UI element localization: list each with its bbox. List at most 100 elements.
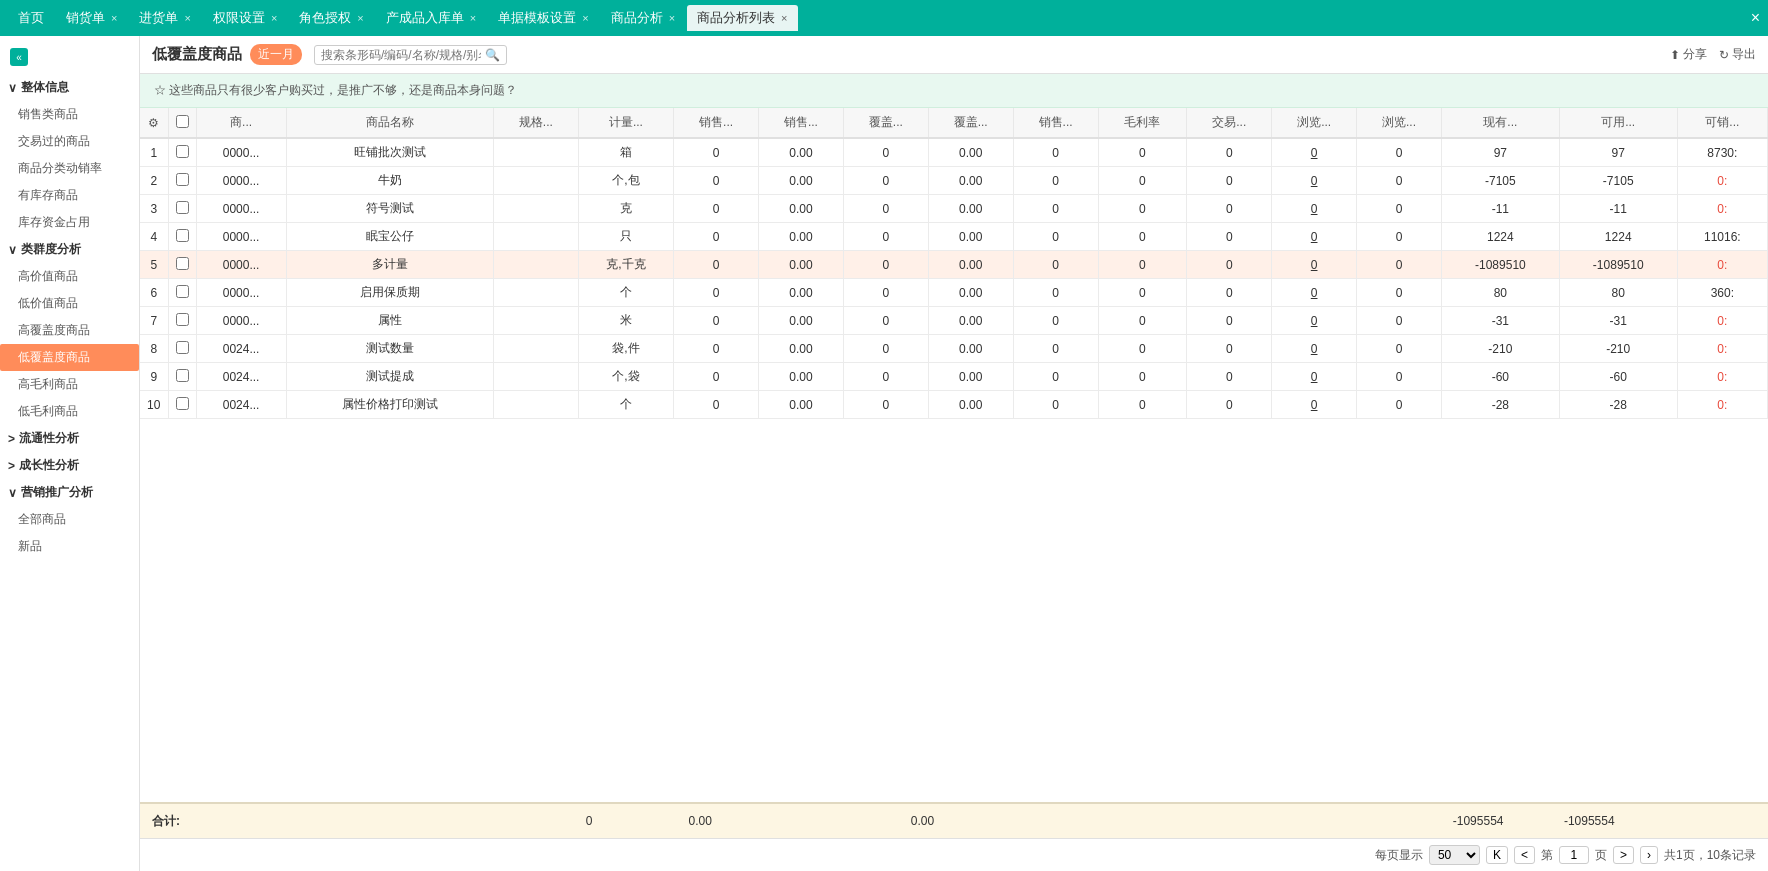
sidebar-collapse-btn[interactable]: « [10,48,28,66]
row-checkbox[interactable] [176,397,189,410]
sidebar-item-new-goods[interactable]: 新品 [0,533,139,560]
cell-available-stock: 97 [1559,138,1677,167]
sidebar-group-overall[interactable]: ∨ 整体信息 [0,74,139,101]
cell-checkbox [168,363,196,391]
nav-tab-analysis-close[interactable]: × [669,12,675,24]
info-banner-text: ☆ 这些商品只有很少客户购买过，是推广不够，还是商品本身问题？ [154,83,517,97]
export-button[interactable]: ↻ 导出 [1719,46,1756,63]
pagination-bar: 每页显示 50 100 200 K < 第 页 > › 共1页，10条记录 [140,838,1768,871]
nav-tab-role-close[interactable]: × [357,12,363,24]
sidebar-item-category-rate[interactable]: 商品分类动销率 [0,155,139,182]
nav-tab-home[interactable]: 首页 [8,5,54,31]
sidebar-item-high-coverage[interactable]: 高覆盖度商品 [0,317,139,344]
sidebar-item-low-margin[interactable]: 低毛利商品 [0,398,139,425]
cell-browse1[interactable]: 0 [1272,138,1357,167]
row-checkbox[interactable] [176,173,189,186]
sidebar-item-traded-goods[interactable]: 交易过的商品 [0,128,139,155]
cell-spec [493,307,578,335]
row-checkbox[interactable] [176,145,189,158]
cell-browse1[interactable]: 0 [1272,391,1357,419]
sidebar-item-low-value[interactable]: 低价值商品 [0,290,139,317]
cell-transaction: 0 [1187,251,1272,279]
prev-page-btn[interactable]: < [1514,846,1535,864]
row-checkbox[interactable] [176,369,189,382]
cell-unit: 个 [578,279,673,307]
sidebar-group-growth-label: 成长性分析 [19,457,79,474]
nav-tab-purchase[interactable]: 进货单 × [129,5,200,31]
nav-tab-role[interactable]: 角色授权 × [289,5,373,31]
nav-tab-sales-close[interactable]: × [111,12,117,24]
period-button[interactable]: 近一月 [250,44,302,65]
sidebar-item-low-coverage[interactable]: 低覆盖度商品 [0,344,139,371]
nav-tab-template-close[interactable]: × [582,12,588,24]
cell-gross-margin: 0 [1098,335,1187,363]
first-page-btn[interactable]: K [1486,846,1508,864]
th-settings[interactable]: ⚙ [140,108,168,138]
page-size-select[interactable]: 50 100 200 [1429,845,1480,865]
nav-tab-template[interactable]: 单据模板设置 × [488,5,598,31]
nav-tab-analysis-list[interactable]: 商品分析列表 × [687,5,797,31]
select-all-checkbox[interactable] [176,115,189,128]
cell-name: 启用保质期 [286,279,493,307]
next-page-btn[interactable]: > [1613,846,1634,864]
nav-tab-analysis-list-close[interactable]: × [781,12,787,24]
page-of-label: 页 [1595,847,1607,864]
row-checkbox[interactable] [176,313,189,326]
cell-saleable: 8730: [1677,138,1767,167]
cell-browse1[interactable]: 0 [1272,363,1357,391]
nav-tab-analysis[interactable]: 商品分析 × [601,5,685,31]
sidebar-item-stock-capital[interactable]: 库存资金占用 [0,209,139,236]
footer-col-sales-qty: 0 [533,814,644,828]
cell-unit: 克 [578,195,673,223]
row-checkbox[interactable] [176,257,189,270]
sidebar-item-high-value[interactable]: 高价值商品 [0,263,139,290]
sidebar-item-sales-goods[interactable]: 销售类商品 [0,101,139,128]
row-checkbox[interactable] [176,201,189,214]
sidebar-group-category[interactable]: ∨ 类群度分析 [0,236,139,263]
cell-browse1[interactable]: 0 [1272,167,1357,195]
table-row: 7 0000... 属性 米 0 0.00 0 0.00 0 0 0 0 0 -… [140,307,1768,335]
cell-browse2: 0 [1357,195,1442,223]
cell-browse1[interactable]: 0 [1272,195,1357,223]
nav-tab-purchase-close[interactable]: × [184,12,190,24]
cell-browse1[interactable]: 0 [1272,335,1357,363]
th-checkbox [168,108,196,138]
cell-cov1: 0 [843,391,928,419]
row-checkbox[interactable] [176,341,189,354]
cell-available-stock: -28 [1559,391,1677,419]
cell-cov2: 0.00 [928,363,1013,391]
last-page-btn[interactable]: › [1640,846,1658,864]
search-icon[interactable]: 🔍 [485,48,500,62]
sidebar-group-circulation[interactable]: > 流通性分析 [0,425,139,452]
cell-sales-amount: 0.00 [759,279,844,307]
nav-tab-sales[interactable]: 销货单 × [56,5,127,31]
table-row: 5 0000... 多计量 克,千克 0 0.00 0 0.00 0 0 0 0… [140,251,1768,279]
sidebar-item-high-margin[interactable]: 高毛利商品 [0,371,139,398]
cell-name: 旺铺批次测试 [286,138,493,167]
total-info: 共1页，10条记录 [1664,847,1756,864]
cell-no: 9 [140,363,168,391]
row-checkbox[interactable] [176,285,189,298]
search-input[interactable] [321,48,481,62]
page-input[interactable] [1559,846,1589,864]
close-all-tabs[interactable]: × [1751,9,1760,27]
cell-no: 2 [140,167,168,195]
cell-browse1[interactable]: 0 [1272,223,1357,251]
cell-browse1[interactable]: 0 [1272,251,1357,279]
sidebar-item-all-goods[interactable]: 全部商品 [0,506,139,533]
sidebar-item-in-stock[interactable]: 有库存商品 [0,182,139,209]
nav-tab-permission[interactable]: 权限设置 × [203,5,287,31]
cell-checkbox [168,279,196,307]
cell-name: 属性价格打印测试 [286,391,493,419]
info-banner: ☆ 这些商品只有很少客户购买过，是推广不够，还是商品本身问题？ [140,74,1768,108]
row-checkbox[interactable] [176,229,189,242]
cell-browse1[interactable]: 0 [1272,279,1357,307]
cell-browse1[interactable]: 0 [1272,307,1357,335]
nav-tab-permission-close[interactable]: × [271,12,277,24]
share-button[interactable]: ⬆ 分享 [1670,46,1707,63]
nav-tab-product-in[interactable]: 产成品入库单 × [376,5,486,31]
th-spec: 规格... [493,108,578,138]
sidebar-group-marketing[interactable]: ∨ 营销推广分析 [0,479,139,506]
nav-tab-product-in-close[interactable]: × [470,12,476,24]
sidebar-group-growth[interactable]: > 成长性分析 [0,452,139,479]
